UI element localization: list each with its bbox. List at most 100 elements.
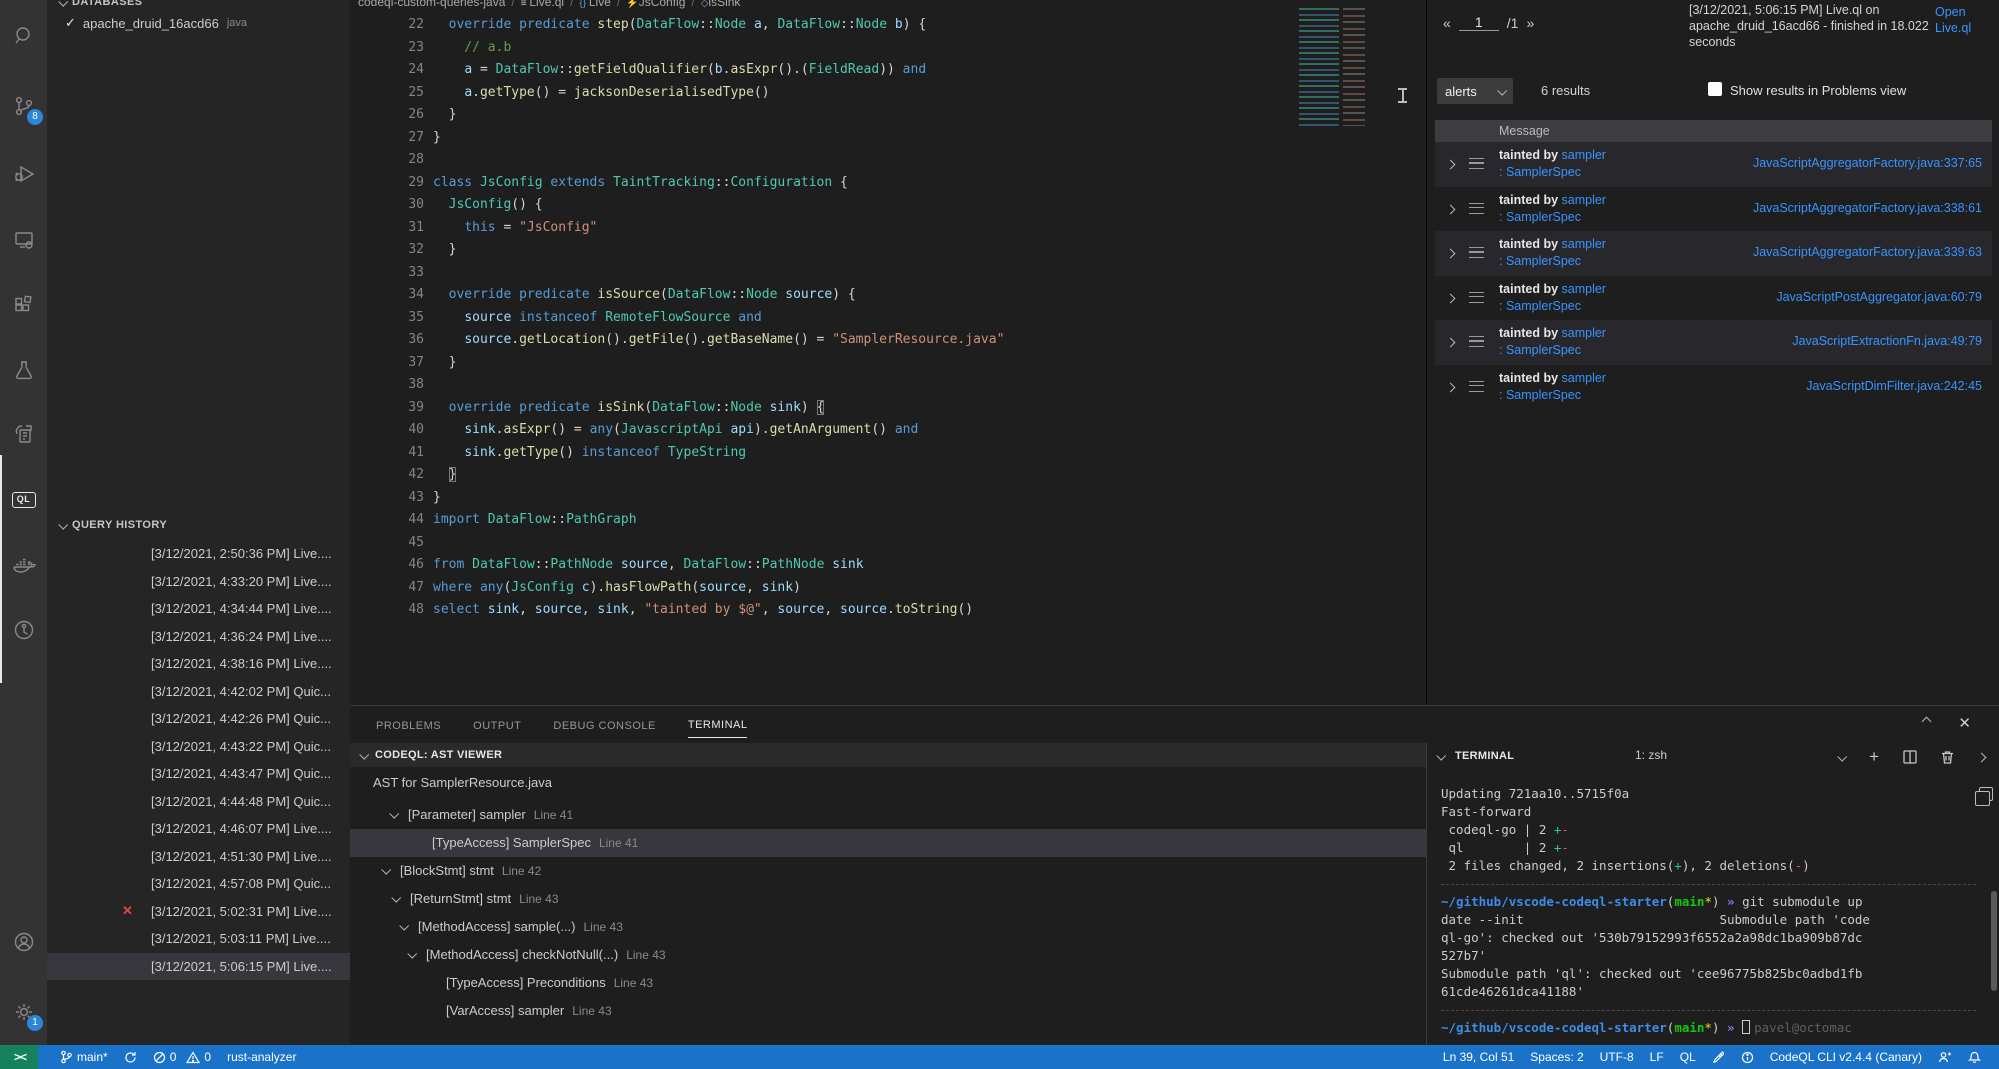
code-line[interactable]: 25 a.getType() = jacksonDeserialisedType…	[350, 82, 1004, 105]
expand-chevron-icon[interactable]	[1446, 382, 1456, 392]
panel-tab-output[interactable]: OUTPUT	[473, 712, 521, 738]
panel-tab-terminal[interactable]: TERMINAL	[688, 711, 748, 738]
breadcrumb-item[interactable]: {} Live	[579, 0, 610, 9]
breadcrumb-item[interactable]: ◇isSink	[701, 0, 741, 9]
shell-dropdown-icon[interactable]	[1837, 751, 1847, 761]
alert-message-sublink[interactable]: : SamplerSpec	[1499, 254, 1581, 268]
alert-row[interactable]: tainted by sampler: SamplerSpecJavaScrip…	[1435, 365, 1992, 410]
code-line[interactable]: 37 }	[350, 352, 1004, 375]
code-line[interactable]: 28	[350, 149, 1004, 172]
code-line[interactable]: 27}	[350, 127, 1004, 150]
code-line[interactable]: 44import DataFlow::PathGraph	[350, 509, 1004, 532]
eol-item[interactable]: LF	[1642, 1045, 1672, 1069]
source-control-icon[interactable]: 8	[0, 82, 47, 129]
ast-viewer-header[interactable]: CODEQL: AST VIEWER	[350, 743, 1426, 767]
ast-tree-row[interactable]: [BlockStmt] stmtLine 42	[350, 857, 1426, 885]
code-line[interactable]: 41 sink.getType() instanceof TypeString	[350, 442, 1004, 465]
new-terminal-icon[interactable]: +	[1869, 747, 1879, 767]
account-icon[interactable]	[0, 918, 47, 965]
alert-row[interactable]: tainted by sampler: SamplerSpecJavaScrip…	[1435, 276, 1992, 321]
code-line[interactable]: 30 JsConfig() {	[350, 194, 1004, 217]
database-item[interactable]: ✓ apache_druid_16acd66 java	[47, 10, 350, 36]
query-history-item[interactable]: [3/12/2021, 4:42:26 PM] Quic...	[47, 705, 350, 733]
ast-tree-row[interactable]: [TypeAccess] SamplerSpecLine 41	[350, 829, 1426, 857]
breadcrumb[interactable]: codeql-custom-queries-java/≡ Live.ql/{} …	[358, 0, 740, 10]
expand-chevron-icon[interactable]	[1446, 160, 1456, 170]
alert-message-sublink[interactable]: : SamplerSpec	[1499, 343, 1581, 357]
code-line[interactable]: 22 override predicate step(DataFlow::Nod…	[350, 14, 1004, 37]
query-history-item[interactable]: [3/12/2021, 4:33:20 PM] Live....	[47, 568, 350, 596]
expand-chevron-icon[interactable]	[1446, 293, 1456, 303]
feedback-icon[interactable]	[1930, 1045, 1960, 1069]
query-history-item[interactable]: [3/12/2021, 4:46:07 PM] Live....	[47, 815, 350, 843]
query-history-section-header[interactable]: QUERY HISTORY	[47, 514, 350, 536]
code-line[interactable]: 48select sink, source, sink, "tainted by…	[350, 599, 1004, 622]
query-history-item[interactable]: [3/12/2021, 4:44:48 PM] Quic...	[47, 788, 350, 816]
terminal-scrollbar[interactable]	[1991, 891, 1997, 991]
language-mode-item[interactable]: QL	[1672, 1045, 1704, 1069]
maximize-panel-icon[interactable]	[1922, 717, 1932, 727]
page-number-input[interactable]: 1	[1459, 14, 1499, 31]
alert-message-sublink[interactable]: : SamplerSpec	[1499, 210, 1581, 224]
remote-indicator[interactable]: ><	[0, 1045, 38, 1069]
docker-icon[interactable]	[0, 542, 47, 589]
code-line[interactable]: 31 this = "JsConfig"	[350, 217, 1004, 240]
code-line[interactable]: 38	[350, 374, 1004, 397]
rust-analyzer-item[interactable]: rust-analyzer	[219, 1045, 304, 1069]
alert-row[interactable]: tainted by sampler: SamplerSpecJavaScrip…	[1435, 187, 1992, 232]
terminal-shell-select[interactable]: 1: zsh	[1635, 748, 1667, 762]
gitlens-icon[interactable]	[0, 606, 47, 653]
codeql-query-history-icon[interactable]	[0, 410, 47, 457]
run-debug-icon[interactable]	[0, 150, 47, 197]
minimap[interactable]	[1295, 8, 1371, 126]
code-line[interactable]: 42 }	[350, 464, 1004, 487]
code-line[interactable]: 39 override predicate isSink(DataFlow::N…	[350, 397, 1004, 420]
code-line[interactable]: 32 }	[350, 239, 1004, 262]
git-branch-item[interactable]: main*	[52, 1045, 116, 1069]
alert-message-link[interactable]: sampler	[1562, 282, 1606, 296]
query-history-item[interactable]: [3/12/2021, 4:57:08 PM] Quic...	[47, 870, 350, 898]
expand-chevron-icon[interactable]	[1446, 249, 1456, 259]
code-line[interactable]: 29class JsConfig extends TaintTracking::…	[350, 172, 1004, 195]
result-view-select[interactable]: alerts	[1437, 78, 1513, 104]
code-line[interactable]: 47where any(JsConfig c).hasFlowPath(sour…	[350, 577, 1004, 600]
query-history-item[interactable]: [3/12/2021, 2:50:36 PM] Live....	[47, 540, 350, 568]
code-line[interactable]: 46from DataFlow::PathNode source, DataFl…	[350, 554, 1004, 577]
alert-row[interactable]: tainted by sampler: SamplerSpecJavaScrip…	[1435, 320, 1992, 365]
alert-location-link[interactable]: JavaScriptDimFilter.java:242:45	[1806, 379, 1982, 393]
alert-message-sublink[interactable]: : SamplerSpec	[1499, 299, 1581, 313]
query-history-item[interactable]: [3/12/2021, 4:42:02 PM] Quic...	[47, 678, 350, 706]
code-line[interactable]: 24 a = DataFlow::getFieldQualifier(b.asE…	[350, 59, 1004, 82]
code-line[interactable]: 26 }	[350, 104, 1004, 127]
code-line[interactable]: 43}	[350, 487, 1004, 510]
query-history-item[interactable]: [3/12/2021, 5:03:11 PM] Live....	[47, 925, 350, 953]
ast-tree-row[interactable]: [MethodAccess] sample(...)Line 43	[350, 913, 1426, 941]
codeql-cli-item[interactable]: CodeQL CLI v2.4.4 (Canary)	[1762, 1045, 1930, 1069]
code-line[interactable]: 36 source.getLocation().getFile().getBas…	[350, 329, 1004, 352]
query-history-item[interactable]: ✕[3/12/2021, 5:02:31 PM] Live....	[47, 898, 350, 926]
query-history-item[interactable]: [3/12/2021, 4:51:30 PM] Live....	[47, 843, 350, 871]
alert-message-link[interactable]: sampler	[1562, 148, 1606, 162]
editor-group[interactable]: codeql-custom-queries-java/≡ Live.ql/{} …	[350, 0, 1426, 705]
alert-message-link[interactable]: sampler	[1562, 193, 1606, 207]
query-history-item[interactable]: [3/12/2021, 4:38:16 PM] Live....	[47, 650, 350, 678]
code-line[interactable]: 34 override predicate isSource(DataFlow:…	[350, 284, 1004, 307]
alert-message-sublink[interactable]: : SamplerSpec	[1499, 165, 1581, 179]
alert-message-link[interactable]: sampler	[1562, 237, 1606, 251]
testing-beaker-icon[interactable]	[0, 346, 47, 393]
extensions-icon[interactable]	[0, 282, 47, 329]
code-line[interactable]: 33	[350, 262, 1004, 285]
split-terminal-icon[interactable]	[1903, 750, 1917, 764]
encoding-item[interactable]: UTF-8	[1592, 1045, 1642, 1069]
panel-tab-debug-console[interactable]: DEBUG CONSOLE	[553, 712, 655, 738]
query-history-item[interactable]: [3/12/2021, 4:36:24 PM] Live....	[47, 623, 350, 651]
alert-location-link[interactable]: JavaScriptExtractionFn.java:49:79	[1792, 334, 1982, 348]
alert-location-link[interactable]: JavaScriptPostAggregator.java:60:79	[1776, 290, 1982, 304]
ast-tree-row[interactable]: [ReturnStmt] stmtLine 43	[350, 885, 1426, 913]
query-history-item[interactable]: [3/12/2021, 4:43:22 PM] Quic...	[47, 733, 350, 761]
terminal-output[interactable]: Updating 721aa10..5715f0aFast-forward co…	[1441, 785, 1986, 1037]
ast-tree-row[interactable]: [TypeAccess] PreconditionsLine 43	[350, 969, 1426, 997]
next-page-button[interactable]: »	[1526, 15, 1534, 31]
codeql-icon[interactable]: QL	[0, 476, 47, 523]
prev-page-button[interactable]: «	[1443, 15, 1451, 31]
